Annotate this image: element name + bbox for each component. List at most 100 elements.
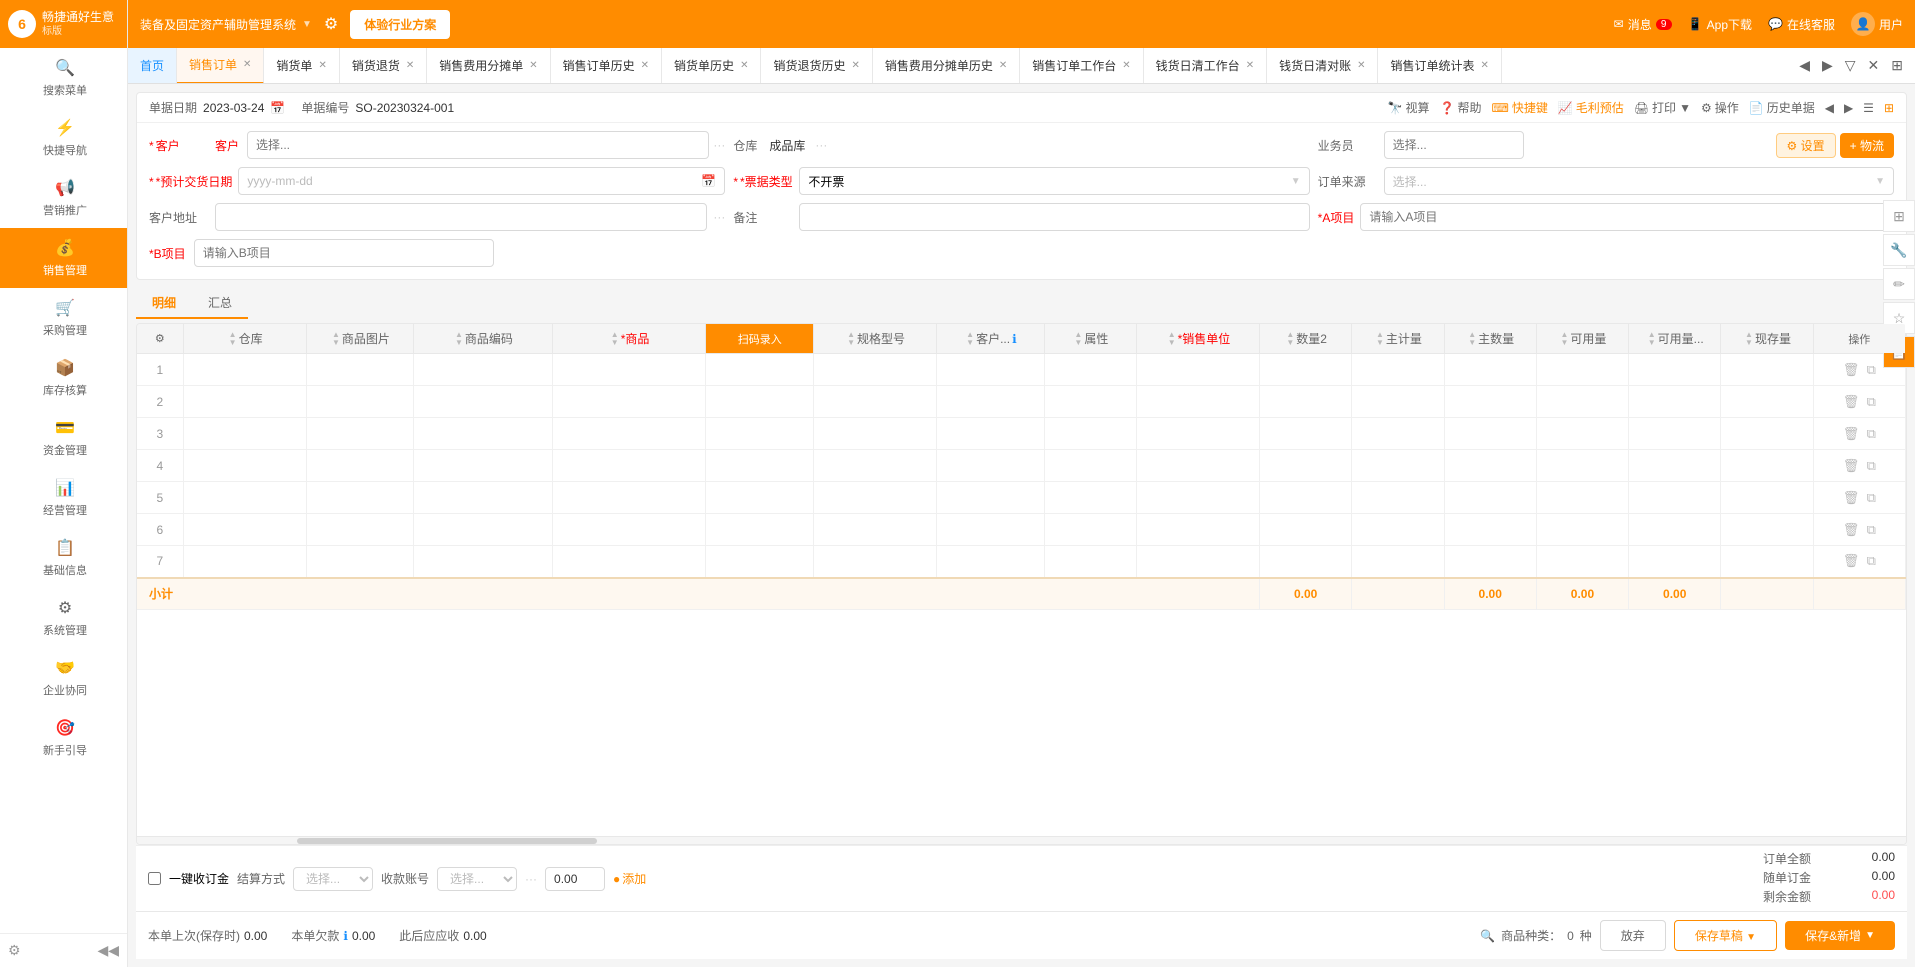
cell-scan-4[interactable] [706, 450, 814, 482]
cell-stock-4[interactable] [1721, 450, 1813, 482]
sidebar-item-3[interactable]: 💰 销售管理 [0, 228, 127, 288]
tab-close-5[interactable]: ✕ [641, 60, 649, 71]
sidebar-item-0[interactable]: 🔍 搜索菜单 [0, 48, 127, 108]
copy-icon-5[interactable]: ⧉ [1867, 490, 1876, 505]
discard-button[interactable]: 放弃 [1600, 920, 1666, 951]
th-stock[interactable]: ▲▼现存量 [1721, 324, 1813, 354]
sidebar-item-1[interactable]: ⚡ 快捷导航 [0, 108, 127, 168]
cell-main-qty-2[interactable] [1444, 386, 1536, 418]
cell-main-qty-6[interactable] [1444, 514, 1536, 546]
scroll-thumb[interactable] [297, 838, 597, 844]
tab-1[interactable]: 销售订单✕ [177, 48, 264, 84]
cell-stock-1[interactable] [1721, 354, 1813, 386]
th-attr[interactable]: ▲▼属性 [1044, 324, 1136, 354]
cell-spec-6[interactable] [814, 514, 937, 546]
cell-stock-2[interactable] [1721, 386, 1813, 418]
sidebar-item-2[interactable]: 📢 营销推广 [0, 168, 127, 228]
app-download-item[interactable]: 📱 App下载 [1688, 16, 1752, 33]
th-scan[interactable]: 扫码录入 [706, 324, 814, 354]
profit-btn[interactable]: 📈 毛利预估 [1558, 99, 1624, 116]
tab-close-1[interactable]: ✕ [243, 59, 251, 70]
copy-icon-4[interactable]: ⧉ [1867, 458, 1876, 473]
cell-qty2-5[interactable] [1260, 482, 1352, 514]
th-main-unit[interactable]: ▲▼主计量 [1352, 324, 1444, 354]
cell-attr-2[interactable] [1044, 386, 1136, 418]
cell-scan-7[interactable] [706, 546, 814, 578]
cell-main-unit-7[interactable] [1352, 546, 1444, 578]
cell-main-qty-7[interactable] [1444, 546, 1536, 578]
detail-tab-1[interactable]: 汇总 [192, 288, 248, 319]
delete-icon-4[interactable]: 🗑 [1843, 458, 1860, 473]
cell-available2-5[interactable] [1629, 482, 1721, 514]
copy-icon-3[interactable]: ⧉ [1867, 426, 1876, 441]
cell-available-1[interactable] [1536, 354, 1628, 386]
cell-main-qty-1[interactable] [1444, 354, 1536, 386]
cell-product-6[interactable] [552, 514, 706, 546]
cell-available2-2[interactable] [1629, 386, 1721, 418]
tab-close-12[interactable]: ✕ [1481, 60, 1489, 71]
save-new-button[interactable]: 保存&新增 ▼ [1785, 921, 1895, 950]
th-unit[interactable]: ▲▼*销售单位 [1137, 324, 1260, 354]
cell-available-4[interactable] [1536, 450, 1628, 482]
address-dots-icon[interactable]: ··· [713, 210, 725, 224]
sidebar-item-8[interactable]: 📋 基础信息 [0, 528, 127, 588]
tab-close-3[interactable]: ✕ [406, 60, 414, 71]
cell-main-unit-1[interactable] [1352, 354, 1444, 386]
cell-customer-code-2[interactable] [937, 386, 1045, 418]
cell-code-6[interactable] [414, 514, 552, 546]
tab-close-6[interactable]: ✕ [740, 60, 748, 71]
cell-customer-code-7[interactable] [937, 546, 1045, 578]
cell-code-3[interactable] [414, 418, 552, 450]
tab-close-2[interactable]: ✕ [318, 60, 326, 71]
customer-dots-icon[interactable]: ··· [713, 138, 725, 152]
th-available2[interactable]: ▲▼可用量... [1629, 324, 1721, 354]
th-settings[interactable]: ⚙ [137, 324, 183, 354]
order-source-select[interactable]: 选择... ▼ [1384, 167, 1894, 195]
save-new-arrow-icon[interactable]: ▼ [1865, 930, 1875, 941]
cell-scan-3[interactable] [706, 418, 814, 450]
cell-customer-code-6[interactable] [937, 514, 1045, 546]
cell-warehouse-2[interactable] [183, 386, 306, 418]
cell-product-5[interactable] [552, 482, 706, 514]
add-payment-link[interactable]: ● 添加 [613, 870, 646, 887]
cell-scan-6[interactable] [706, 514, 814, 546]
payment-method-select[interactable]: 选择... [293, 867, 373, 891]
cell-unit-1[interactable] [1137, 354, 1260, 386]
cell-spec-2[interactable] [814, 386, 937, 418]
cell-attr-3[interactable] [1044, 418, 1136, 450]
tab-10[interactable]: 钱货日清工作台✕ [1144, 48, 1267, 84]
online-support-item[interactable]: 💬 在线客服 [1768, 16, 1835, 33]
tab-0[interactable]: 首页 [128, 48, 177, 84]
tab-close-10[interactable]: ✕ [1246, 60, 1254, 71]
copy-icon-7[interactable]: ⧉ [1867, 553, 1876, 568]
cell-available-5[interactable] [1536, 482, 1628, 514]
th-main-qty[interactable]: ▲▼主数量 [1444, 324, 1536, 354]
user-item[interactable]: 👤 用户 [1851, 12, 1903, 36]
cell-stock-6[interactable] [1721, 514, 1813, 546]
cell-unit-6[interactable] [1137, 514, 1260, 546]
cell-main-qty-4[interactable] [1444, 450, 1536, 482]
tab-close-4[interactable]: ✕ [529, 60, 537, 71]
cell-qty2-3[interactable] [1260, 418, 1352, 450]
cell-available-3[interactable] [1536, 418, 1628, 450]
th-customer-code[interactable]: ▲▼客户...ℹ [937, 324, 1045, 354]
cell-main-unit-2[interactable] [1352, 386, 1444, 418]
delete-icon-5[interactable]: 🗑 [1843, 490, 1860, 505]
copy-icon-6[interactable]: ⧉ [1867, 522, 1876, 537]
cell-customer-code-4[interactable] [937, 450, 1045, 482]
cell-warehouse-3[interactable] [183, 418, 306, 450]
history-btn[interactable]: 📄 历史单据 [1749, 99, 1815, 116]
cell-code-4[interactable] [414, 450, 552, 482]
cell-product-3[interactable] [552, 418, 706, 450]
date-icon[interactable]: 📅 [270, 101, 285, 115]
tab-12[interactable]: 销售订单统计表✕ [1378, 48, 1501, 84]
print-btn[interactable]: 🖨 打印 ▼ [1634, 99, 1691, 116]
cell-unit-3[interactable] [1137, 418, 1260, 450]
bank-account-select[interactable]: 选择... [437, 867, 517, 891]
expected-date-input[interactable]: yyyy-mm-dd 📅 [238, 167, 725, 195]
b-project-input[interactable] [194, 239, 494, 267]
nav-prev-btn[interactable]: ◀ [1825, 101, 1834, 115]
address-input[interactable] [215, 203, 707, 231]
cell-scan-1[interactable] [706, 354, 814, 386]
cell-attr-1[interactable] [1044, 354, 1136, 386]
